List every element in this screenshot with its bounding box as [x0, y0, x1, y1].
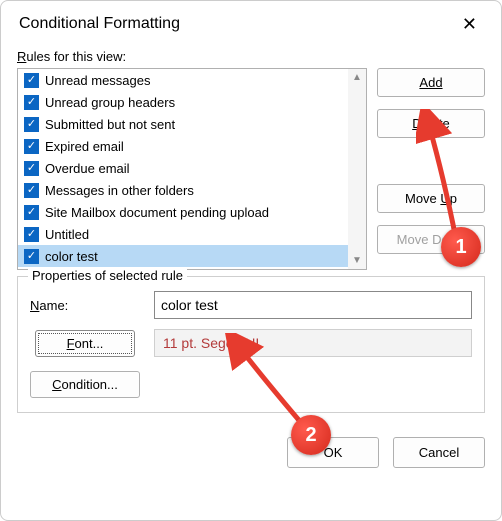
scroll-up-icon[interactable]: ▲ — [352, 69, 362, 86]
rule-item[interactable]: ✓ Overdue email — [18, 157, 348, 179]
checkbox-icon[interactable]: ✓ — [24, 139, 39, 154]
scrollbar[interactable]: ▲ ▼ — [348, 69, 366, 269]
rule-label: Submitted but not sent — [45, 117, 175, 132]
rule-label: Overdue email — [45, 161, 130, 176]
rule-item[interactable]: ✓ Untitled — [18, 223, 348, 245]
delete-button[interactable]: Delete — [377, 109, 485, 138]
checkbox-icon[interactable]: ✓ — [24, 161, 39, 176]
rule-label: Expired email — [45, 139, 124, 154]
font-row: Font... 11 pt. Segoe UI — [30, 329, 472, 357]
rules-listbox[interactable]: ✓ Unread messages ✓ Unread group headers ✓ Su… — [17, 68, 367, 270]
checkbox-icon[interactable]: ✓ — [24, 227, 39, 242]
name-label: Name: — [30, 298, 140, 313]
rule-item[interactable]: ✓ color test — [18, 245, 348, 267]
checkbox-icon[interactable]: ✓ — [24, 183, 39, 198]
cancel-button[interactable]: Cancel — [393, 437, 485, 468]
rule-item[interactable]: ✓ Messages in other folders — [18, 179, 348, 201]
name-row: Name: — [30, 291, 472, 319]
rules-row: ✓ Unread messages ✓ Unread group headers ✓ Su… — [17, 68, 485, 270]
checkbox-icon[interactable]: ✓ — [24, 73, 39, 88]
rule-item[interactable]: ✓ Expired email — [18, 135, 348, 157]
rule-label: Site Mailbox document pending upload — [45, 205, 269, 220]
rules-label: Rules for this view: — [17, 49, 485, 64]
checkbox-icon[interactable]: ✓ — [24, 249, 39, 264]
rule-item[interactable]: ✓ Unread messages — [18, 69, 348, 91]
move-down-button: Move Down — [377, 225, 485, 254]
name-input[interactable] — [154, 291, 472, 319]
rule-item[interactable]: ✓ Unread group headers — [18, 91, 348, 113]
footer: OK Cancel — [1, 423, 501, 468]
checkbox-icon[interactable]: ✓ — [24, 205, 39, 220]
rule-label: Untitled — [45, 227, 89, 242]
font-preview: 11 pt. Segoe UI — [154, 329, 472, 357]
rule-item[interactable]: ✓ Submitted but not sent — [18, 113, 348, 135]
ok-button[interactable]: OK — [287, 437, 379, 468]
side-buttons: Add Delete Move Up Move Down — [377, 68, 485, 270]
font-button[interactable]: Font... — [35, 330, 135, 357]
rule-label: Messages in other folders — [45, 183, 194, 198]
rule-label: Unread group headers — [45, 95, 175, 110]
properties-title: Properties of selected rule — [28, 268, 187, 283]
scroll-down-icon[interactable]: ▼ — [352, 252, 362, 269]
condition-button[interactable]: Condition... — [30, 371, 140, 398]
rule-item[interactable]: ✓ Site Mailbox document pending upload — [18, 201, 348, 223]
checkbox-icon[interactable]: ✓ — [24, 95, 39, 110]
close-icon[interactable]: ✕ — [452, 11, 487, 37]
move-up-button[interactable]: Move Up — [377, 184, 485, 213]
dialog-title: Conditional Formatting — [19, 15, 180, 33]
titlebar: Conditional Formatting ✕ — [1, 1, 501, 43]
rule-label: color test — [45, 249, 98, 264]
add-button[interactable]: Add — [377, 68, 485, 97]
checkbox-icon[interactable]: ✓ — [24, 117, 39, 132]
rule-label: Unread messages — [45, 73, 151, 88]
dialog-content: Rules for this view: ✓ Unread messages ✓ Un… — [1, 43, 501, 423]
properties-group: Properties of selected rule Name: Font..… — [17, 276, 485, 413]
